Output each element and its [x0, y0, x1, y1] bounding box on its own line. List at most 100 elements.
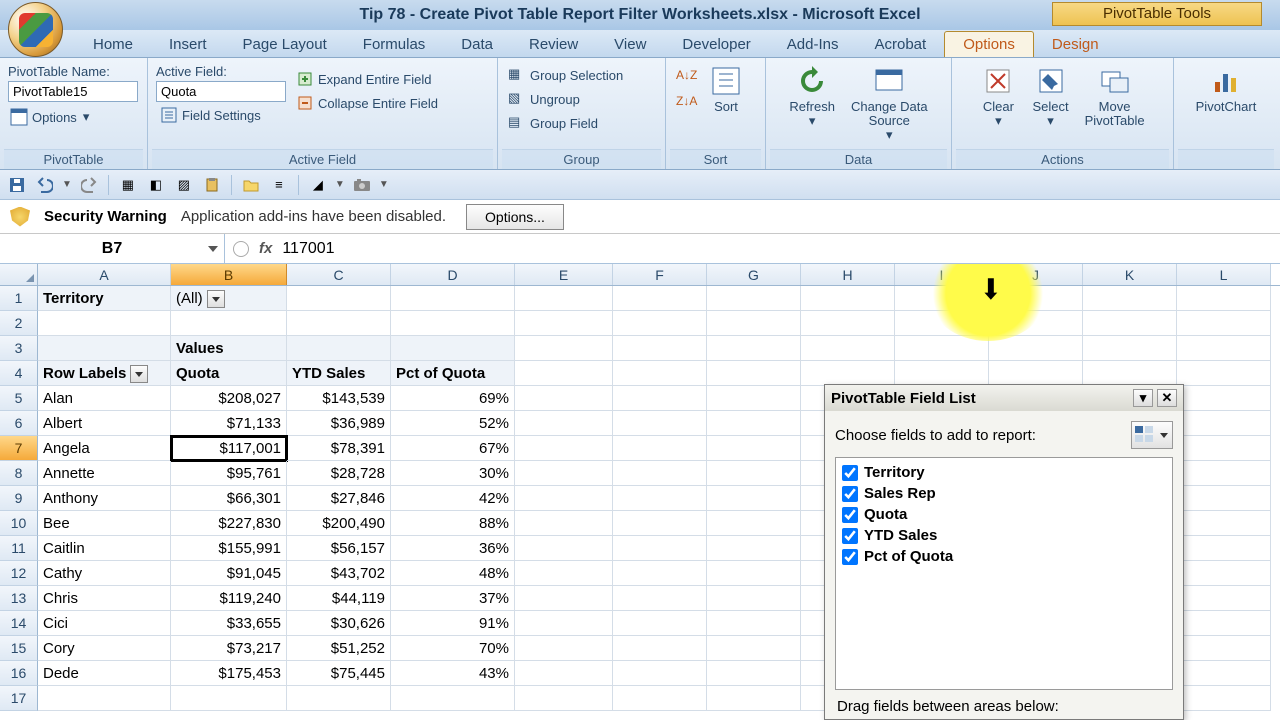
row-header[interactable]: 1 — [0, 286, 38, 311]
tab-design[interactable]: Design — [1034, 32, 1117, 57]
row-header[interactable]: 17 — [0, 686, 38, 711]
column-header-A[interactable]: A — [38, 264, 171, 285]
cell[interactable] — [707, 511, 801, 536]
cell[interactable]: $43,702 — [287, 561, 391, 586]
cell[interactable]: $30,626 — [287, 611, 391, 636]
move-pivottable-button[interactable]: Move PivotTable — [1079, 62, 1151, 130]
cell[interactable] — [1177, 586, 1271, 611]
cell[interactable]: $155,991 — [171, 536, 287, 561]
cell[interactable]: 36% — [391, 536, 515, 561]
pivottable-name-input[interactable] — [8, 81, 138, 102]
row-header[interactable]: 10 — [0, 511, 38, 536]
tab-view[interactable]: View — [596, 32, 664, 57]
column-header-B[interactable]: B — [171, 264, 287, 285]
cell[interactable] — [989, 361, 1083, 386]
cell[interactable] — [613, 436, 707, 461]
cell[interactable] — [707, 361, 801, 386]
cell[interactable] — [391, 286, 515, 311]
field-list-item[interactable]: Sales Rep — [842, 483, 1166, 504]
cell[interactable] — [1083, 336, 1177, 361]
field-checkbox[interactable] — [842, 507, 858, 523]
cell[interactable] — [38, 686, 171, 711]
row-header[interactable]: 13 — [0, 586, 38, 611]
cell[interactable] — [613, 386, 707, 411]
cell[interactable] — [1177, 361, 1271, 386]
cell[interactable] — [1177, 486, 1271, 511]
tab-page-layout[interactable]: Page Layout — [225, 32, 345, 57]
tab-review[interactable]: Review — [511, 32, 596, 57]
cell[interactable]: Cory — [38, 636, 171, 661]
formula-value[interactable]: 117001 — [282, 240, 334, 258]
row-header[interactable]: 11 — [0, 536, 38, 561]
cell[interactable] — [989, 286, 1083, 311]
cell[interactable] — [707, 286, 801, 311]
cell[interactable]: $200,490 — [287, 511, 391, 536]
field-checkbox[interactable] — [842, 549, 858, 565]
cell[interactable]: $56,157 — [287, 536, 391, 561]
column-header-G[interactable]: G — [707, 264, 801, 285]
name-box[interactable]: B7 — [0, 234, 225, 263]
cell[interactable]: Cathy — [38, 561, 171, 586]
row-header[interactable]: 4 — [0, 361, 38, 386]
cell[interactable] — [1177, 611, 1271, 636]
cell[interactable]: $208,027 — [171, 386, 287, 411]
cell[interactable] — [515, 561, 613, 586]
cell[interactable]: $33,655 — [171, 611, 287, 636]
cell[interactable] — [801, 286, 895, 311]
cell[interactable] — [613, 336, 707, 361]
pivottable-options-button[interactable]: Options ▾ — [6, 106, 141, 128]
cell[interactable] — [515, 586, 613, 611]
cell[interactable]: $28,728 — [287, 461, 391, 486]
cell[interactable]: Caitlin — [38, 536, 171, 561]
rowlabels-dropdown-icon[interactable] — [130, 365, 148, 383]
column-header-K[interactable]: K — [1083, 264, 1177, 285]
row-header[interactable]: 8 — [0, 461, 38, 486]
cell[interactable]: $117,001 — [171, 436, 287, 461]
cell[interactable]: 37% — [391, 586, 515, 611]
select-button[interactable]: Select▾ — [1026, 62, 1074, 130]
field-checkbox[interactable] — [842, 528, 858, 544]
cell[interactable] — [895, 336, 989, 361]
cell[interactable]: $66,301 — [171, 486, 287, 511]
cell[interactable] — [707, 686, 801, 711]
clear-button[interactable]: Clear▾ — [974, 62, 1022, 130]
cell[interactable] — [613, 686, 707, 711]
cell[interactable] — [707, 411, 801, 436]
field-list-item[interactable]: Quota — [842, 504, 1166, 525]
cell[interactable] — [613, 561, 707, 586]
cell[interactable]: $51,252 — [287, 636, 391, 661]
cell[interactable] — [171, 311, 287, 336]
cell[interactable]: $91,045 — [171, 561, 287, 586]
office-button[interactable] — [8, 2, 63, 57]
cell[interactable]: $175,453 — [171, 661, 287, 686]
column-header-H[interactable]: H — [801, 264, 895, 285]
field-checkbox[interactable] — [842, 465, 858, 481]
row-header[interactable]: 3 — [0, 336, 38, 361]
cell[interactable] — [1177, 686, 1271, 711]
group-field-button[interactable]: ▤Group Field — [504, 112, 627, 134]
column-header-E[interactable]: E — [515, 264, 613, 285]
cell[interactable] — [613, 536, 707, 561]
cell[interactable] — [515, 436, 613, 461]
cell[interactable]: $227,830 — [171, 511, 287, 536]
tab-acrobat[interactable]: Acrobat — [857, 32, 945, 57]
cell[interactable] — [515, 411, 613, 436]
row-header[interactable]: 6 — [0, 411, 38, 436]
row-header[interactable]: 12 — [0, 561, 38, 586]
cell[interactable] — [515, 286, 613, 311]
cell[interactable] — [707, 586, 801, 611]
tab-home[interactable]: Home — [75, 32, 151, 57]
cell[interactable] — [515, 686, 613, 711]
refresh-button[interactable]: Refresh▾ — [783, 62, 841, 130]
qat-button[interactable]: ▦ — [117, 174, 139, 196]
cell[interactable] — [171, 686, 287, 711]
tab-add-ins[interactable]: Add-Ins — [769, 32, 857, 57]
fx-icon[interactable]: fx — [259, 240, 272, 257]
cell[interactable]: $75,445 — [287, 661, 391, 686]
cell[interactable]: Angela — [38, 436, 171, 461]
cell[interactable] — [1177, 411, 1271, 436]
tab-developer[interactable]: Developer — [664, 32, 768, 57]
cell[interactable] — [989, 336, 1083, 361]
cell[interactable] — [895, 286, 989, 311]
cell[interactable]: $143,539 — [287, 386, 391, 411]
